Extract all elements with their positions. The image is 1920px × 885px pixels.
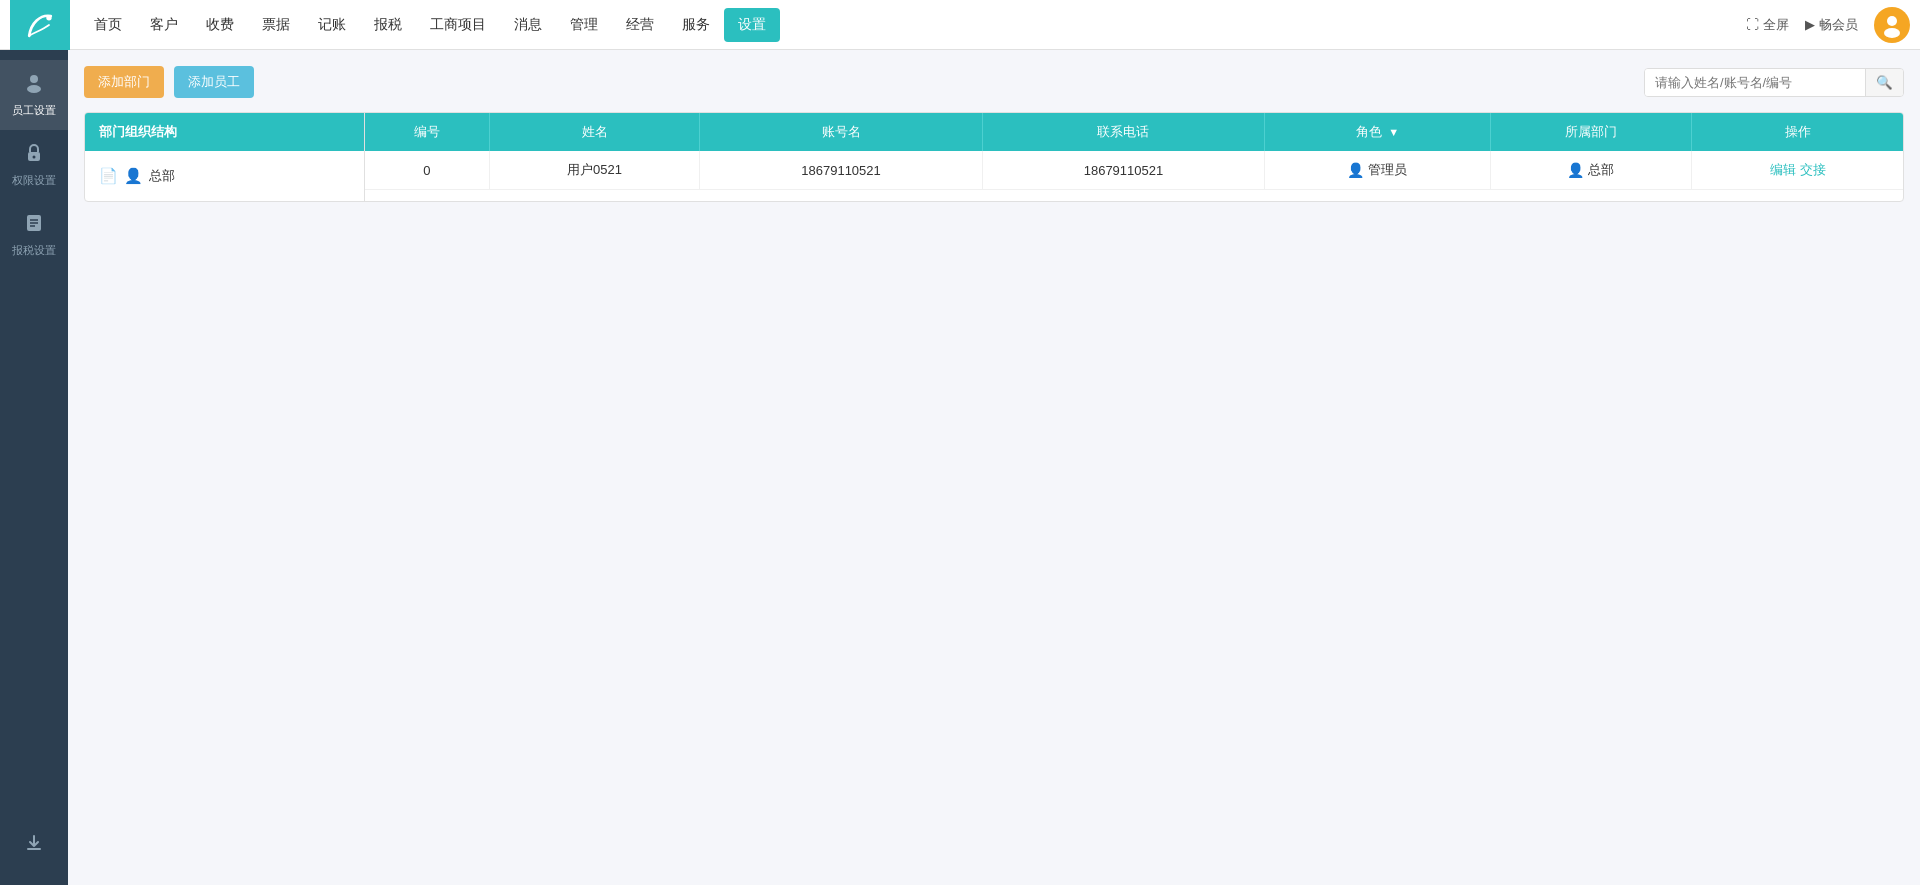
cell-account: 18679110521 <box>700 151 982 190</box>
table-row: 0 用户0521 18679110521 18679110521 👤 管理员 <box>365 151 1903 190</box>
role-label: 管理员 <box>1368 161 1407 179</box>
add-emp-button[interactable]: 添加员工 <box>174 66 254 98</box>
role-user-icon: 👤 <box>1347 162 1364 178</box>
search-button[interactable]: 🔍 <box>1865 69 1903 96</box>
nav-items: 首页 客户 收费 票据 记账 报税 工商项目 消息 管理 经营 服务 设置 <box>80 0 1746 50</box>
cell-actions: 编辑 交接 <box>1692 151 1903 190</box>
col-id: 编号 <box>365 113 489 151</box>
col-role[interactable]: 角色 ▼ <box>1265 113 1490 151</box>
tax-icon <box>23 212 45 239</box>
sidebar-item-permissions[interactable]: 权限设置 <box>0 130 68 200</box>
nav-operation[interactable]: 经营 <box>612 0 668 50</box>
transfer-button[interactable]: 交接 <box>1800 161 1826 179</box>
nav-bills[interactable]: 票据 <box>248 0 304 50</box>
nav-right: ⛶ 全屏 ▶ 畅会员 <box>1746 7 1910 43</box>
nav-tax[interactable]: 报税 <box>360 0 416 50</box>
person-icon <box>23 72 45 99</box>
top-navigation: 首页 客户 收费 票据 记账 报税 工商项目 消息 管理 经营 服务 设置 ⛶ … <box>0 0 1920 50</box>
nav-manage[interactable]: 管理 <box>556 0 612 50</box>
dept-user-icon: 👤 <box>124 167 143 185</box>
filter-icon: ▼ <box>1388 126 1399 138</box>
content-area: 添加部门 添加员工 🔍 部门组织结构 📄 👤 总部 <box>68 50 1920 885</box>
search-icon: 🔍 <box>1876 75 1893 90</box>
add-dept-button[interactable]: 添加部门 <box>84 66 164 98</box>
table-header: 编号 姓名 账号名 联系电话 角色 ▼ 所属部门 操作 <box>365 113 1903 151</box>
nav-settings[interactable]: 设置 <box>724 8 780 42</box>
file-icon: 📄 <box>99 167 118 185</box>
nav-business[interactable]: 工商项目 <box>416 0 500 50</box>
svg-point-6 <box>33 156 36 159</box>
nav-fee[interactable]: 收费 <box>192 0 248 50</box>
dept-tree-body: 📄 👤 总部 <box>85 151 364 201</box>
emp-table: 编号 姓名 账号名 联系电话 角色 ▼ 所属部门 操作 <box>365 113 1903 201</box>
sidebar-item-taxsettings[interactable]: 报税设置 <box>0 200 68 270</box>
sidebar-item-download[interactable] <box>23 820 45 871</box>
sidebar-item-permissions-label: 权限设置 <box>12 173 56 188</box>
nav-accounting[interactable]: 记账 <box>304 0 360 50</box>
svg-rect-11 <box>27 848 41 850</box>
col-name: 姓名 <box>489 113 699 151</box>
nav-service[interactable]: 服务 <box>668 0 724 50</box>
dept-cell-icon: 👤 <box>1567 162 1584 178</box>
sidebar-item-employee[interactable]: 员工设置 <box>0 60 68 130</box>
toolbar: 添加部门 添加员工 🔍 <box>84 66 1904 98</box>
app-logo <box>10 0 70 50</box>
sidebar-item-taxsettings-label: 报税设置 <box>12 243 56 258</box>
dept-tree-item-general[interactable]: 📄 👤 总部 <box>99 161 350 191</box>
employee-table: 编号 姓名 账号名 联系电话 角色 ▼ 所属部门 操作 <box>365 113 1903 190</box>
member-button[interactable]: ▶ 畅会员 <box>1805 16 1858 34</box>
dept-cell-label: 总部 <box>1588 161 1614 179</box>
fullscreen-button[interactable]: ⛶ 全屏 <box>1746 16 1789 34</box>
svg-point-2 <box>1884 28 1900 38</box>
main-layout: 员工设置 权限设置 报税设置 <box>0 50 1920 885</box>
dept-tree-item-label: 总部 <box>149 167 175 185</box>
nav-client[interactable]: 客户 <box>136 0 192 50</box>
nav-home[interactable]: 首页 <box>80 0 136 50</box>
cell-phone: 18679110521 <box>982 151 1264 190</box>
member-icon: ▶ <box>1805 17 1815 32</box>
cell-dept: 👤 总部 <box>1490 151 1692 190</box>
search-input[interactable] <box>1645 69 1865 96</box>
cell-role: 👤 管理员 <box>1265 151 1490 190</box>
edit-button[interactable]: 编辑 <box>1770 161 1796 179</box>
col-dept: 所属部门 <box>1490 113 1692 151</box>
col-role-label: 角色 <box>1356 124 1382 139</box>
sidebar-item-employee-label: 员工设置 <box>12 103 56 118</box>
svg-point-0 <box>46 15 51 20</box>
dept-tree-header: 部门组织结构 <box>85 113 364 151</box>
col-actions: 操作 <box>1692 113 1903 151</box>
svg-point-4 <box>27 85 41 93</box>
avatar[interactable] <box>1874 7 1910 43</box>
table-layout: 部门组织结构 📄 👤 总部 编号 姓名 账号名 <box>84 112 1904 202</box>
download-icon <box>23 832 45 859</box>
svg-point-3 <box>30 75 38 83</box>
dept-tree: 部门组织结构 📄 👤 总部 <box>85 113 365 201</box>
search-wrap: 🔍 <box>1644 68 1904 97</box>
member-label: 畅会员 <box>1819 16 1858 34</box>
sidebar: 员工设置 权限设置 报税设置 <box>0 50 68 885</box>
lock-icon <box>23 142 45 169</box>
fullscreen-label: 全屏 <box>1763 16 1789 34</box>
cell-id: 0 <box>365 151 489 190</box>
table-body: 0 用户0521 18679110521 18679110521 👤 管理员 <box>365 151 1903 190</box>
fullscreen-icon: ⛶ <box>1746 17 1759 32</box>
svg-point-1 <box>1887 16 1897 26</box>
nav-message[interactable]: 消息 <box>500 0 556 50</box>
col-phone: 联系电话 <box>982 113 1264 151</box>
col-account: 账号名 <box>700 113 982 151</box>
cell-name: 用户0521 <box>489 151 699 190</box>
sidebar-bottom <box>23 820 45 885</box>
